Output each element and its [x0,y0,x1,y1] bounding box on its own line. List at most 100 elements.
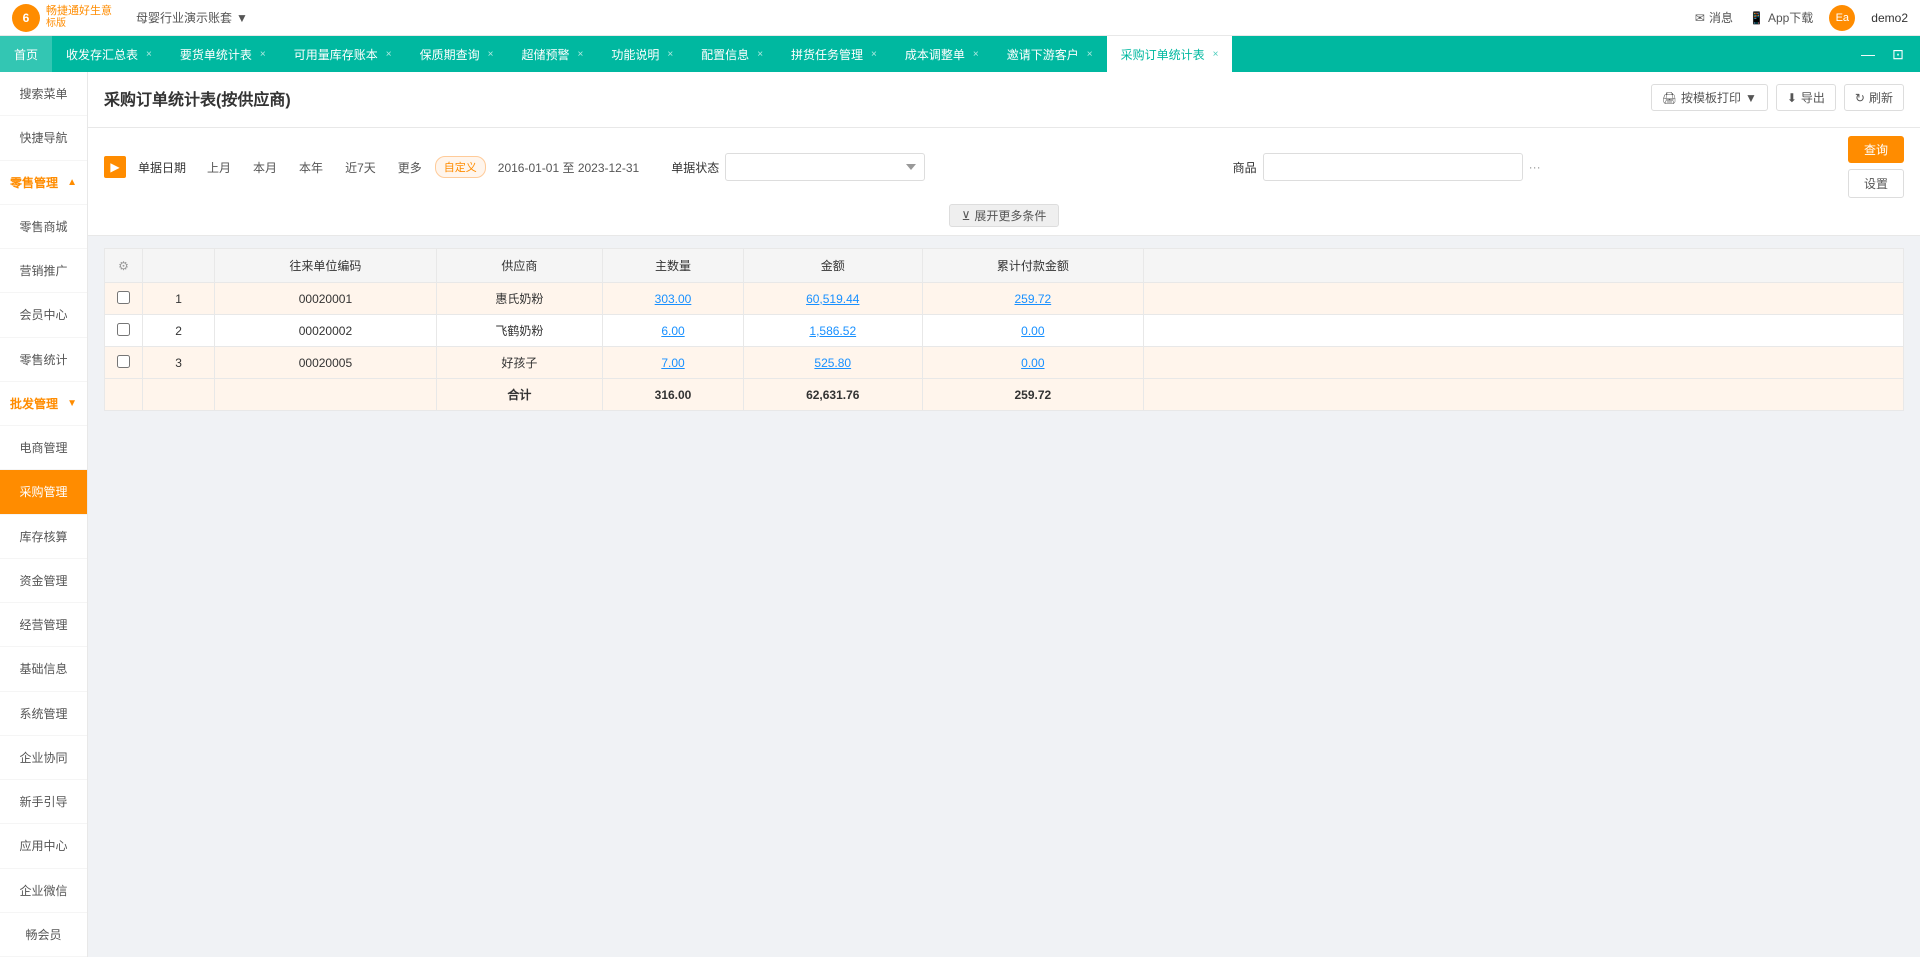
close-icon[interactable]: × [757,49,763,60]
tab-keyong[interactable]: 可用量库存账本 × [280,36,406,72]
row-amount[interactable]: 525.80 [743,347,922,379]
sidebar-item-member[interactable]: 会员中心 [0,293,87,337]
close-icon[interactable]: × [260,49,266,60]
export-button[interactable]: ⬇ 导出 [1776,84,1836,111]
row-quantity[interactable]: 303.00 [603,283,744,315]
template-print-button[interactable]: 🖨 按模板打印 ▼ [1651,84,1768,111]
row-no: 2 [143,315,215,347]
tab-peizhi[interactable]: 配置信息 × [687,36,777,72]
close-icon[interactable]: × [1213,49,1219,60]
sidebar-item-retail-stats[interactable]: 零售统计 [0,338,87,382]
nav-right-buttons: — ⊡ [1854,40,1920,68]
table-footer-row: 合计 316.00 62,631.76 259.72 [105,379,1904,411]
date-shortcuts: 上月 本月 本年 近7天 更多 自定义 [198,156,486,179]
content-area: 采购订单统计表(按供应商) 🖨 按模板打印 ▼ ⬇ 导出 ↻ 刷新 [88,72,1920,957]
footer-quantity: 316.00 [603,379,744,411]
row-amount[interactable]: 1,586.52 [743,315,922,347]
shortcut-7days[interactable]: 近7天 [336,156,385,179]
tab-caigou[interactable]: 采购订单统计表 × [1107,36,1233,72]
tab-chaochu[interactable]: 超储预警 × [507,36,597,72]
filter-bar: ▶ 单据日期 上月 本月 本年 近7天 更多 自定义 2016-01-01 至 … [88,128,1920,236]
filter-row-1: ▶ 单据日期 上月 本月 本年 近7天 更多 自定义 2016-01-01 至 … [104,136,1904,198]
shortcut-last-month[interactable]: 上月 [198,156,240,179]
status-select[interactable] [725,153,925,181]
sidebar-item-purchase[interactable]: 采购管理 [0,470,87,514]
row-paid[interactable]: 0.00 [922,315,1143,347]
more-options-icon[interactable]: ··· [1529,160,1541,174]
logo-icon: 6 [12,4,40,32]
date-range-text: 2016-01-01 至 2023-12-31 [498,159,639,176]
app-download-button[interactable]: 📱 App下载 [1749,9,1813,26]
sidebar-item-marketing[interactable]: 营销推广 [0,249,87,293]
row-amount[interactable]: 60,519.44 [743,283,922,315]
footer-paid: 259.72 [922,379,1143,411]
data-table: ⚙ 往来单位编码 供应商 主数量 金额 [104,248,1904,411]
sidebar-item-newguide[interactable]: 新手引导 [0,780,87,824]
col-extra [1144,249,1904,283]
shortcut-custom[interactable]: 自定义 [435,156,486,178]
sidebar-item-ecommerce[interactable]: 电商管理 [0,426,87,470]
sidebar-item-search[interactable]: 搜索菜单 [0,72,87,116]
tab-yaoqing[interactable]: 邀请下游客户 × [993,36,1107,72]
row-quantity[interactable]: 6.00 [603,315,744,347]
settings-col-icon[interactable]: ⚙ [118,259,129,273]
tab-baozhi[interactable]: 保质期查询 × [406,36,508,72]
row-quantity[interactable]: 7.00 [603,347,744,379]
sidebar-item-corpwechat[interactable]: 企业微信 [0,869,87,913]
sidebar-item-inventory[interactable]: 库存核算 [0,515,87,559]
close-icon[interactable]: × [667,49,673,60]
close-icon[interactable]: × [871,49,877,60]
tab-yaohuo[interactable]: 要货单统计表 × [166,36,280,72]
tab-chengben[interactable]: 成本调整单 × [891,36,993,72]
row-checkbox[interactable] [105,283,143,315]
sidebar-item-appcenter[interactable]: 应用中心 [0,824,87,868]
row-checkbox[interactable] [105,347,143,379]
table-row: 1 00020001 惠氏奶粉 303.00 60,519.44 259.72 [105,283,1904,315]
query-button[interactable]: 查询 [1848,136,1904,163]
refresh-button[interactable]: ↻ 刷新 [1844,84,1904,111]
sidebar-item-wholesale-section[interactable]: 批发管理 ▼ [0,382,87,426]
sidebar-item-retail-section[interactable]: 零售管理 ▲ [0,161,87,205]
col-no [143,249,215,283]
close-icon[interactable]: × [577,49,583,60]
row-supplier: 飞鹤奶粉 [436,315,603,347]
row-no: 3 [143,347,215,379]
avatar[interactable]: Ea [1829,5,1855,31]
sidebar-item-basic[interactable]: 基础信息 [0,647,87,691]
tab-pinhuo[interactable]: 拼货任务管理 × [777,36,891,72]
close-icon[interactable]: × [488,49,494,60]
shortcut-this-year[interactable]: 本年 [290,156,332,179]
sidebar-item-retail-shop[interactable]: 零售商城 [0,205,87,249]
close-icon[interactable]: × [146,49,152,60]
row-checkbox[interactable] [105,315,143,347]
sidebar-item-vip[interactable]: 畅会员 [0,913,87,957]
col-settings: ⚙ [105,249,143,283]
page-title: 采购订单统计表(按供应商) [104,86,291,110]
workspace-selector[interactable]: 母婴行业演示账套 ▼ [136,9,248,26]
expand-more-button[interactable]: ⊻ 展开更多条件 [949,204,1060,227]
col-amount: 金额 [743,249,922,283]
row-paid[interactable]: 259.72 [922,283,1143,315]
shortcut-this-month[interactable]: 本月 [244,156,286,179]
goods-input[interactable] [1263,153,1523,181]
sidebar-item-quicknav[interactable]: 快捷导航 [0,116,87,160]
date-label: 单据日期 [138,159,186,176]
message-button[interactable]: ✉ 消息 [1695,9,1733,26]
close-icon[interactable]: × [386,49,392,60]
settings-button[interactable]: 设置 [1848,169,1904,198]
tab-home[interactable]: 首页 [0,36,52,72]
sidebar-item-enterprise[interactable]: 企业协同 [0,736,87,780]
shortcut-more[interactable]: 更多 [389,156,431,179]
tab-shoufa[interactable]: 收发存汇总表 × [52,36,166,72]
minimize-button[interactable]: — [1854,40,1882,68]
filter-toggle-button[interactable]: ▶ [104,156,126,178]
sidebar-item-operations[interactable]: 经营管理 [0,603,87,647]
sidebar-item-system[interactable]: 系统管理 [0,692,87,736]
row-no: 1 [143,283,215,315]
close-icon[interactable]: × [1087,49,1093,60]
row-paid[interactable]: 0.00 [922,347,1143,379]
maximize-button[interactable]: ⊡ [1884,40,1912,68]
tab-gongneng[interactable]: 功能说明 × [597,36,687,72]
sidebar-item-finance[interactable]: 资金管理 [0,559,87,603]
close-icon[interactable]: × [973,49,979,60]
